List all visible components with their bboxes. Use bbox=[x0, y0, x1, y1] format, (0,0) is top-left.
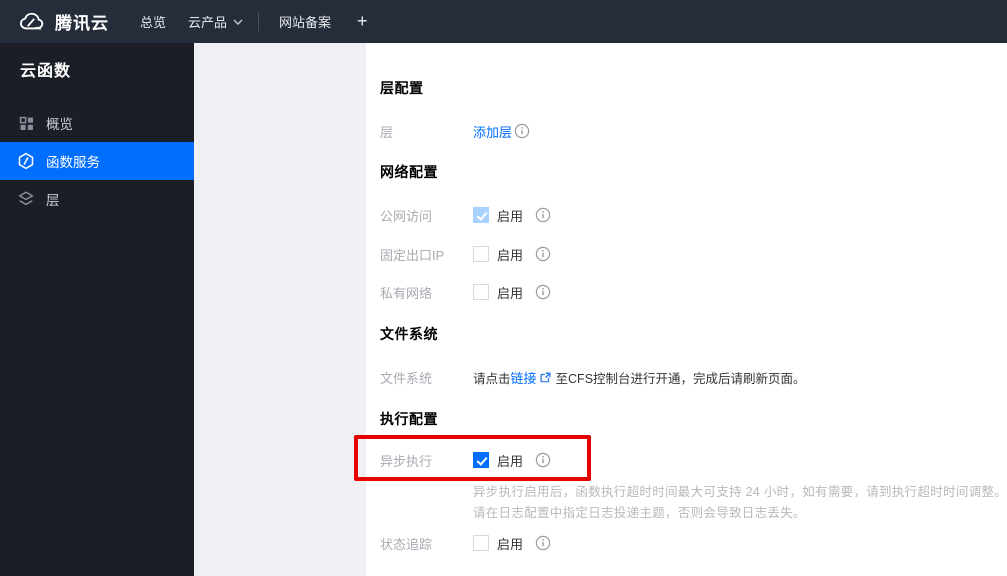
cfs-hint-before: 请点击 bbox=[473, 371, 511, 386]
nav-cloud-products[interactable]: 云产品 bbox=[188, 0, 243, 43]
enable-label: 启用 bbox=[497, 453, 524, 469]
fixed-ip-label: 固定出口IP bbox=[380, 247, 445, 263]
public-access-checkbox[interactable] bbox=[473, 207, 489, 223]
enable-label: 启用 bbox=[497, 285, 524, 301]
enable-label: 启用 bbox=[497, 247, 524, 263]
section-title-file-system: 文件系统 bbox=[380, 326, 438, 342]
layers-icon bbox=[17, 190, 35, 208]
layer-label: 层 bbox=[380, 124, 394, 140]
sidebar-item-overview[interactable]: 概览 bbox=[0, 104, 194, 142]
file-system-row: 文件系统 请点击 链接 至CFS控制台进行开通，完成后请刷新页面。 bbox=[380, 366, 999, 388]
layer-row: 层 添加层 bbox=[380, 120, 999, 142]
cfs-console-link[interactable]: 链接 bbox=[511, 368, 537, 387]
settings-panel: 层配置 层 添加层 网络配置 公网访问 启用 固定出口IP 启用 私有网络 启用… bbox=[366, 43, 1007, 576]
nav-add-tab-button[interactable]: + bbox=[357, 0, 368, 43]
public-access-label: 公网访问 bbox=[380, 208, 433, 224]
async-execution-checkbox[interactable] bbox=[473, 452, 489, 468]
info-icon[interactable] bbox=[535, 452, 551, 468]
section-title-network-config: 网络配置 bbox=[380, 164, 438, 180]
vpc-label: 私有网络 bbox=[380, 285, 433, 301]
nav-website-beian[interactable]: 网站备案 bbox=[279, 0, 331, 43]
sidebar-title: 云函数 bbox=[20, 63, 72, 80]
info-icon[interactable] bbox=[535, 284, 551, 300]
function-hexagon-icon bbox=[17, 152, 35, 170]
info-icon[interactable] bbox=[535, 207, 551, 223]
sidebar-item-label: 层 bbox=[46, 193, 60, 208]
async-execution-row: 异步执行 启用 bbox=[380, 449, 999, 471]
file-system-label: 文件系统 bbox=[380, 370, 433, 386]
topbar-divider bbox=[258, 12, 259, 31]
external-link-icon[interactable] bbox=[539, 371, 552, 384]
status-trace-label: 状态追踪 bbox=[380, 536, 433, 552]
nav-overview[interactable]: 总览 bbox=[140, 0, 166, 43]
fixed-ip-row: 固定出口IP 启用 bbox=[380, 243, 999, 265]
sidebar-item-function-service[interactable]: 函数服务 bbox=[0, 142, 194, 180]
topbar: 腾讯云 总览 云产品 网站备案 + bbox=[0, 0, 1007, 43]
add-layer-link[interactable]: 添加层 bbox=[473, 122, 512, 141]
vpc-row: 私有网络 启用 bbox=[380, 281, 999, 303]
sidebar-item-label: 函数服务 bbox=[46, 155, 100, 170]
cfs-hint-after: 至CFS控制台进行开通，完成后请刷新页面。 bbox=[555, 371, 806, 386]
async-note-line2: 请在日志配置中指定日志投递主题，否则会导致日志丢失。 bbox=[473, 506, 806, 520]
collapsed-secondary-panel bbox=[194, 43, 366, 576]
brand-text: 腾讯云 bbox=[55, 14, 109, 33]
chevron-down-icon bbox=[233, 19, 243, 25]
public-access-row: 公网访问 启用 bbox=[380, 204, 999, 226]
section-title-layer-config: 层配置 bbox=[380, 80, 424, 96]
tencent-cloud-logo-icon bbox=[16, 11, 46, 33]
info-icon[interactable] bbox=[514, 123, 530, 139]
async-execution-label: 异步执行 bbox=[380, 453, 433, 469]
fixed-ip-checkbox[interactable] bbox=[473, 246, 489, 262]
sidebar-item-label: 概览 bbox=[46, 117, 73, 132]
status-trace-row: 状态追踪 启用 bbox=[380, 532, 999, 554]
brand-logo[interactable]: 腾讯云 bbox=[16, 0, 109, 43]
info-icon[interactable] bbox=[535, 535, 551, 551]
async-note-line1: 异步执行启用后，函数执行超时时间最大可支持 24 小时，如有需要，请到执行超时时… bbox=[473, 485, 1007, 499]
status-trace-checkbox[interactable] bbox=[473, 535, 489, 551]
enable-label: 启用 bbox=[497, 208, 524, 224]
grid-icon bbox=[17, 114, 35, 132]
enable-label: 启用 bbox=[497, 536, 524, 552]
sidebar-item-layers[interactable]: 层 bbox=[0, 180, 194, 218]
sidebar: 云函数 概览 函数服务 层 bbox=[0, 43, 194, 576]
section-title-execution-config: 执行配置 bbox=[380, 411, 438, 427]
info-icon[interactable] bbox=[535, 246, 551, 262]
vpc-checkbox[interactable] bbox=[473, 284, 489, 300]
